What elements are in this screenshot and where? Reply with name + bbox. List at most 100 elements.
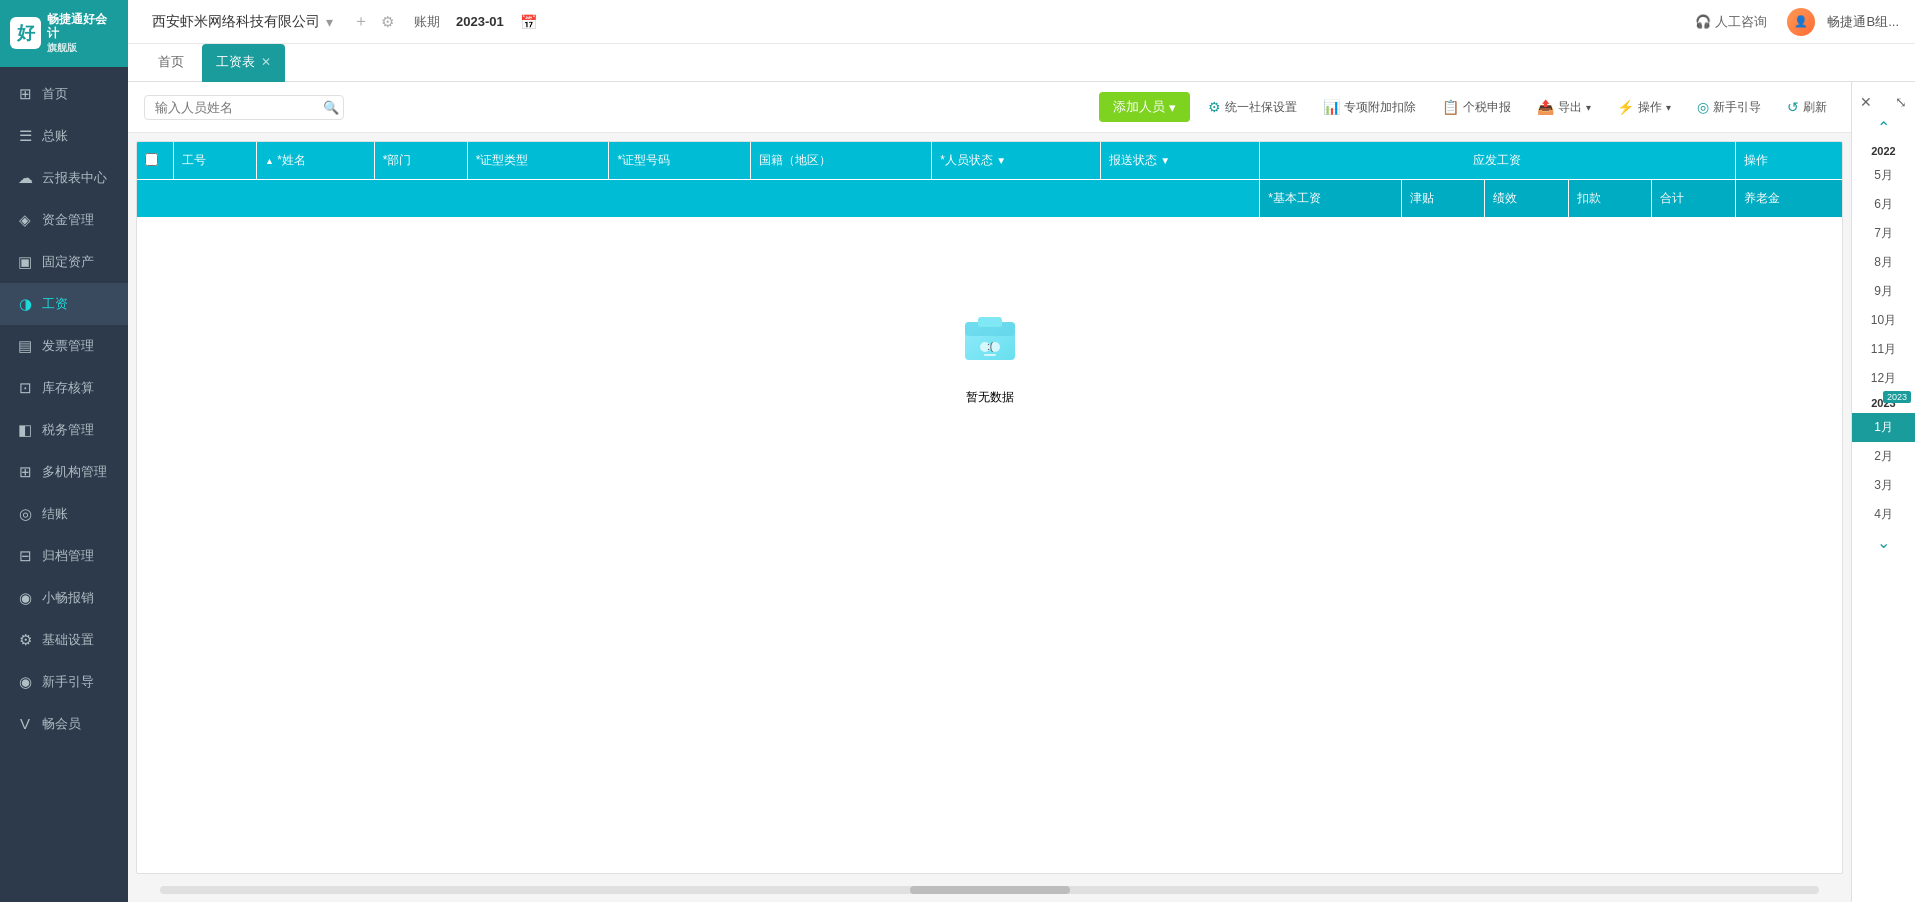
month-item-9[interactable]: 9月	[1852, 277, 1915, 306]
sidebar-item-settlement[interactable]: ◎ 结账	[0, 493, 128, 535]
sidebar-item-archive[interactable]: ⊟ 归档管理	[0, 535, 128, 577]
sidebar-item-tax[interactable]: ◧ 税务管理	[0, 409, 128, 451]
main-area: 西安虾米网络科技有限公司 ▾ ＋ ⚙ 账期 2023-01 📅 🎧 人工咨询 👤…	[128, 0, 1915, 902]
settings-icon[interactable]: ⚙	[381, 13, 394, 31]
month-item-7[interactable]: 7月	[1852, 219, 1915, 248]
date-sidebar-close-btn[interactable]: ✕	[1860, 94, 1872, 110]
sidebar-item-invoice[interactable]: ▤ 发票管理	[0, 325, 128, 367]
sidebar-item-member[interactable]: V 畅会员	[0, 703, 128, 745]
date-nav-up-btn[interactable]: ⌃	[1852, 114, 1915, 141]
deduction-icon: 📊	[1323, 99, 1340, 115]
sidebar-item-inventory[interactable]: ⊡ 库存核算	[0, 367, 128, 409]
sidebar-item-general-ledger[interactable]: ☰ 总账	[0, 115, 128, 157]
sidebar-item-org-label: 多机构管理	[42, 463, 107, 481]
sidebar-item-multi-org[interactable]: ⊞ 多机构管理	[0, 451, 128, 493]
sidebar-item-cloud-report[interactable]: ☁ 云报表中心	[0, 157, 128, 199]
social-security-icon: ⚙	[1208, 99, 1221, 115]
sidebar-item-home-label: 首页	[42, 85, 68, 103]
th-sub-spacer	[137, 180, 1260, 218]
month-item-3[interactable]: 3月	[1852, 471, 1915, 500]
horizontal-scrollbar[interactable]	[160, 886, 1819, 894]
tab-home-label: 首页	[158, 53, 184, 71]
scrollbar-area	[128, 882, 1851, 902]
company-selector[interactable]: 西安虾米网络科技有限公司 ▾	[144, 9, 341, 35]
th-checkbox[interactable]	[137, 142, 173, 180]
guide-btn[interactable]: ◎ 新手引导	[1689, 95, 1769, 120]
tab-close-btn[interactable]: ✕	[261, 55, 271, 69]
user-avatar[interactable]: 👤	[1787, 8, 1815, 36]
tab-wage-table[interactable]: 工资表 ✕	[202, 44, 285, 82]
add-company-btn[interactable]: ＋	[353, 11, 369, 32]
scrollbar-thumb[interactable]	[910, 886, 1070, 894]
date-month-list-current: 1月 2月 3月 4月	[1852, 413, 1915, 529]
refresh-label: 刷新	[1803, 99, 1827, 116]
svg-rect-2	[978, 317, 1002, 327]
th-emp-no: 工号	[173, 142, 256, 180]
select-all-checkbox[interactable]	[145, 153, 158, 166]
sidebar-item-settings-label: 基础设置	[42, 631, 94, 649]
th-report-status[interactable]: 报送状态 ▼	[1100, 142, 1259, 180]
archive-icon: ⊟	[16, 547, 34, 565]
app-edition: 旗舰版	[47, 41, 118, 55]
sidebar-item-basic-settings[interactable]: ⚙ 基础设置	[0, 619, 128, 661]
invoice-icon: ▤	[16, 337, 34, 355]
search-wrapper[interactable]: 🔍	[144, 95, 344, 120]
export-btn[interactable]: 📤 导出 ▾	[1529, 95, 1599, 120]
th-emp-status[interactable]: *人员状态 ▼	[932, 142, 1101, 180]
month-item-12[interactable]: 12月	[1852, 364, 1915, 393]
date-sidebar-expand-btn[interactable]: ⤡	[1895, 94, 1907, 110]
sidebar-item-cloud-label: 云报表中心	[42, 169, 107, 187]
empty-icon: :(	[950, 297, 1030, 377]
sidebar-item-home[interactable]: ⊞ 首页	[0, 73, 128, 115]
service-btn[interactable]: 🎧 人工咨询	[1687, 9, 1775, 35]
wage-panel: 🔍 添加人员 ▾ ⚙ 统一社保设置 📊 专项附加扣除	[128, 82, 1851, 902]
wage-icon: ◑	[16, 295, 34, 313]
tab-home[interactable]: 首页	[144, 44, 198, 82]
date-sidebar: ✕ ⤡ ⌃ 2022 5月 6月 7月 8月 9月 10月 11月 12月 20…	[1851, 82, 1915, 902]
svg-text::(: :(	[986, 341, 993, 352]
month-item-5[interactable]: 5月	[1852, 161, 1915, 190]
search-input[interactable]	[155, 100, 323, 115]
settlement-icon: ◎	[16, 505, 34, 523]
date-nav-down-btn[interactable]: ⌄	[1852, 529, 1915, 556]
logo-icon: 好	[10, 17, 41, 49]
search-icon: 🔍	[323, 100, 339, 115]
report-status-filter-icon: ▼	[1160, 155, 1170, 166]
calendar-icon[interactable]: 📅	[520, 14, 537, 30]
header-actions: 🎧 人工咨询 👤 畅捷通B组...	[1687, 8, 1899, 36]
month-item-11[interactable]: 11月	[1852, 335, 1915, 364]
refresh-btn[interactable]: ↺ 刷新	[1779, 95, 1835, 120]
special-deduction-btn[interactable]: 📊 专项附加扣除	[1315, 95, 1424, 120]
month-item-4[interactable]: 4月	[1852, 500, 1915, 529]
sidebar-item-fixed-assets[interactable]: ▣ 固定资产	[0, 241, 128, 283]
content-area: 🔍 添加人员 ▾ ⚙ 统一社保设置 📊 专项附加扣除	[128, 82, 1915, 902]
th-name[interactable]: ▲ *姓名	[256, 142, 374, 180]
sidebar-item-fund[interactable]: ◈ 资金管理	[0, 199, 128, 241]
sidebar-item-guide[interactable]: ◉ 新手引导	[0, 661, 128, 703]
add-person-btn[interactable]: 添加人员 ▾	[1099, 92, 1190, 122]
month-item-10[interactable]: 10月	[1852, 306, 1915, 335]
month-item-8[interactable]: 8月	[1852, 248, 1915, 277]
table-container: 工号 ▲ *姓名 *部门 *证型类型 *证型号码 国籍（地区） *人员状态	[136, 141, 1843, 874]
operate-btn[interactable]: ⚡ 操作 ▾	[1609, 95, 1679, 120]
company-dropdown-icon: ▾	[326, 14, 333, 30]
individual-tax-btn[interactable]: 📋 个税申报	[1434, 95, 1519, 120]
sidebar-item-member-label: 畅会员	[42, 715, 81, 733]
th-base-salary: *基本工资	[1260, 180, 1402, 218]
sidebar-item-wage[interactable]: ◑ 工资	[0, 283, 128, 325]
social-security-btn[interactable]: ⚙ 统一社保设置	[1200, 95, 1305, 120]
service-label: 人工咨询	[1715, 13, 1767, 31]
app-logo: 好 畅捷通好会计 旗舰版	[0, 0, 128, 67]
month-item-6[interactable]: 6月	[1852, 190, 1915, 219]
date-year-2022: 2022	[1871, 141, 1895, 161]
export-icon: 📤	[1537, 99, 1554, 115]
period-value: 2023-01	[456, 14, 504, 29]
operate-chevron: ▾	[1666, 102, 1671, 113]
sidebar-item-expense[interactable]: ◉ 小畅报销	[0, 577, 128, 619]
sidebar-item-inventory-label: 库存核算	[42, 379, 94, 397]
month-item-1[interactable]: 1月	[1852, 413, 1915, 442]
user-name: 畅捷通B组...	[1827, 13, 1899, 31]
month-item-2[interactable]: 2月	[1852, 442, 1915, 471]
th-allowance: 津贴	[1401, 180, 1484, 218]
guide-label: 新手引导	[1713, 99, 1761, 116]
